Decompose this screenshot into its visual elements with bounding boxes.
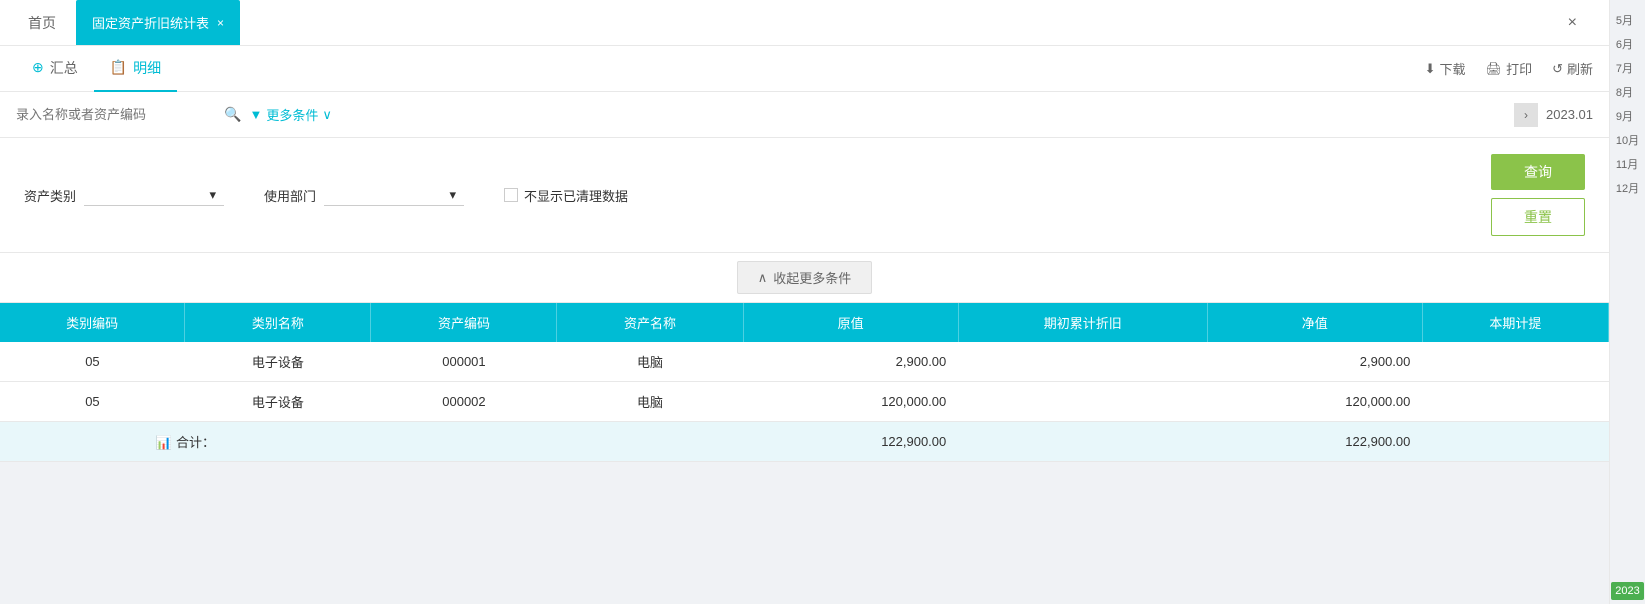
cell-original-value: 2,900.00 bbox=[743, 342, 958, 382]
sidebar-month-item[interactable]: 11月 bbox=[1614, 152, 1641, 176]
sidebar-month-item[interactable]: 10月 bbox=[1614, 128, 1641, 152]
col-period-depreciation: 本期计提 bbox=[1422, 303, 1608, 342]
col-category-code: 类别编码 bbox=[0, 303, 185, 342]
total-row: 📊合计： 122,900.00 122,900.00 bbox=[0, 422, 1609, 462]
window-close-button[interactable]: × bbox=[1568, 14, 1577, 31]
home-link[interactable]: 首页 bbox=[16, 13, 68, 33]
table-row: 05 电子设备 000002 电脑 120,000.00 120,000.00 bbox=[0, 382, 1609, 422]
toolbar-tabs: ⊕ 汇总 📋 明细 ⬇ 下载 🖨 打印 ↺ 刷新 bbox=[0, 46, 1609, 92]
cell-category-name: 电子设备 bbox=[185, 382, 371, 422]
cell-category-name: 电子设备 bbox=[185, 342, 371, 382]
tab-detail[interactable]: 📋 明细 bbox=[94, 46, 177, 92]
search-input[interactable] bbox=[16, 107, 216, 122]
year-badge[interactable]: 2023 bbox=[1611, 582, 1643, 600]
print-button[interactable]: 🖨 打印 bbox=[1486, 59, 1533, 78]
total-original-value: 122,900.00 bbox=[743, 422, 958, 462]
total-net-value: 122,900.00 bbox=[1207, 422, 1422, 462]
checkbox-icon[interactable] bbox=[504, 188, 518, 202]
refresh-button[interactable]: ↺ 刷新 bbox=[1552, 59, 1593, 78]
total-period-depreciation bbox=[1422, 422, 1608, 462]
cell-category-code: 05 bbox=[0, 382, 185, 422]
collapse-bar: ∧ 收起更多条件 bbox=[0, 253, 1609, 303]
asset-type-filter: 资产类别 ▾ bbox=[24, 185, 224, 206]
top-nav: 首页 固定资产折旧统计表 × × bbox=[0, 0, 1609, 46]
data-table-container: 类别编码 类别名称 资产编码 资产名称 原值 期初累计折旧 净值 本期计提 05… bbox=[0, 303, 1609, 604]
hide-cleared-label: 不显示已清理数据 bbox=[524, 186, 628, 205]
tab-summary[interactable]: ⊕ 汇总 bbox=[16, 46, 94, 92]
cell-asset-code: 000002 bbox=[371, 382, 557, 422]
total-icon: 📊 bbox=[156, 435, 172, 450]
total-label: 📊合计： bbox=[0, 422, 371, 462]
hide-cleared-checkbox[interactable]: 不显示已清理数据 bbox=[504, 186, 628, 205]
department-filter: 使用部门 ▾ bbox=[264, 185, 464, 206]
cell-asset-name: 电脑 bbox=[557, 342, 743, 382]
col-asset-code: 资产编码 bbox=[371, 303, 557, 342]
data-table: 类别编码 类别名称 资产编码 资产名称 原值 期初累计折旧 净值 本期计提 05… bbox=[0, 303, 1609, 462]
reset-button[interactable]: 重置 bbox=[1491, 198, 1585, 236]
department-select[interactable]: ▾ bbox=[324, 185, 464, 206]
search-icon: 🔍 bbox=[224, 106, 241, 123]
sidebar-month-item[interactable]: 7月 bbox=[1614, 56, 1641, 80]
refresh-icon: ↺ bbox=[1552, 61, 1563, 77]
cell-period-depreciation bbox=[1422, 382, 1608, 422]
tab-label: 固定资产折旧统计表 bbox=[92, 13, 209, 32]
cell-asset-name: 电脑 bbox=[557, 382, 743, 422]
date-label: 2023.01 bbox=[1546, 107, 1593, 122]
col-asset-name: 资产名称 bbox=[557, 303, 743, 342]
col-initial-depreciation: 期初累计折旧 bbox=[958, 303, 1207, 342]
download-icon: ⬇ bbox=[1425, 61, 1436, 77]
asset-type-label: 资产类别 bbox=[24, 186, 76, 205]
cell-period-depreciation bbox=[1422, 342, 1608, 382]
collapse-icon: ∧ bbox=[758, 270, 768, 286]
cell-net-value: 2,900.00 bbox=[1207, 342, 1422, 382]
download-button[interactable]: ⬇ 下载 bbox=[1425, 59, 1466, 78]
summary-icon: ⊕ bbox=[32, 59, 44, 76]
print-icon: 🖨 bbox=[1486, 61, 1503, 77]
toolbar-right: ⬇ 下载 🖨 打印 ↺ 刷新 bbox=[1425, 59, 1593, 78]
filter-buttons: 查询 重置 bbox=[1491, 154, 1585, 236]
cell-asset-code: 000001 bbox=[371, 342, 557, 382]
table-header-row: 类别编码 类别名称 资产编码 资产名称 原值 期初累计折旧 净值 本期计提 bbox=[0, 303, 1609, 342]
table-row: 05 电子设备 000001 电脑 2,900.00 2,900.00 bbox=[0, 342, 1609, 382]
sidebar-month-item[interactable]: 8月 bbox=[1614, 80, 1641, 104]
sidebar-month-item[interactable]: 6月 bbox=[1614, 32, 1641, 56]
sidebar-month-item[interactable]: 5月 bbox=[1614, 8, 1641, 32]
cell-initial-depreciation bbox=[958, 382, 1207, 422]
query-button[interactable]: 查询 bbox=[1491, 154, 1585, 190]
cell-net-value: 120,000.00 bbox=[1207, 382, 1422, 422]
active-tab: 固定资产折旧统计表 × bbox=[76, 0, 240, 45]
asset-type-chevron-icon: ▾ bbox=[209, 187, 216, 203]
sidebar-month-item[interactable]: 9月 bbox=[1614, 104, 1641, 128]
filter-icon: ▼ bbox=[249, 107, 262, 122]
col-original-value: 原值 bbox=[743, 303, 958, 342]
more-conditions-button[interactable]: ▼ 更多条件 ∨ bbox=[249, 105, 331, 124]
cell-original-value: 120,000.00 bbox=[743, 382, 958, 422]
col-category-name: 类别名称 bbox=[185, 303, 371, 342]
sidebar-month-item[interactable]: 12月 bbox=[1614, 176, 1641, 200]
department-label: 使用部门 bbox=[264, 186, 316, 205]
right-sidebar: 5月6月7月8月9月10月11月12月 2023 bbox=[1609, 0, 1645, 604]
asset-type-select[interactable]: ▾ bbox=[84, 185, 224, 206]
collapse-button[interactable]: ∧ 收起更多条件 bbox=[737, 261, 873, 294]
search-bar: 🔍 ▼ 更多条件 ∨ › 2023.01 bbox=[0, 92, 1609, 138]
detail-icon: 📋 bbox=[110, 59, 127, 76]
tab-close-button[interactable]: × bbox=[217, 16, 224, 30]
col-net-value: 净值 bbox=[1207, 303, 1422, 342]
sidebar-expand-button[interactable]: › bbox=[1514, 103, 1538, 127]
cell-category-code: 05 bbox=[0, 342, 185, 382]
filter-area: 资产类别 ▾ 使用部门 ▾ 不显示已清理数据 查询 重置 bbox=[0, 138, 1609, 253]
department-chevron-icon: ▾ bbox=[450, 187, 457, 203]
chevron-down-icon: ∨ bbox=[322, 107, 332, 123]
cell-initial-depreciation bbox=[958, 342, 1207, 382]
total-initial-depreciation bbox=[958, 422, 1207, 462]
